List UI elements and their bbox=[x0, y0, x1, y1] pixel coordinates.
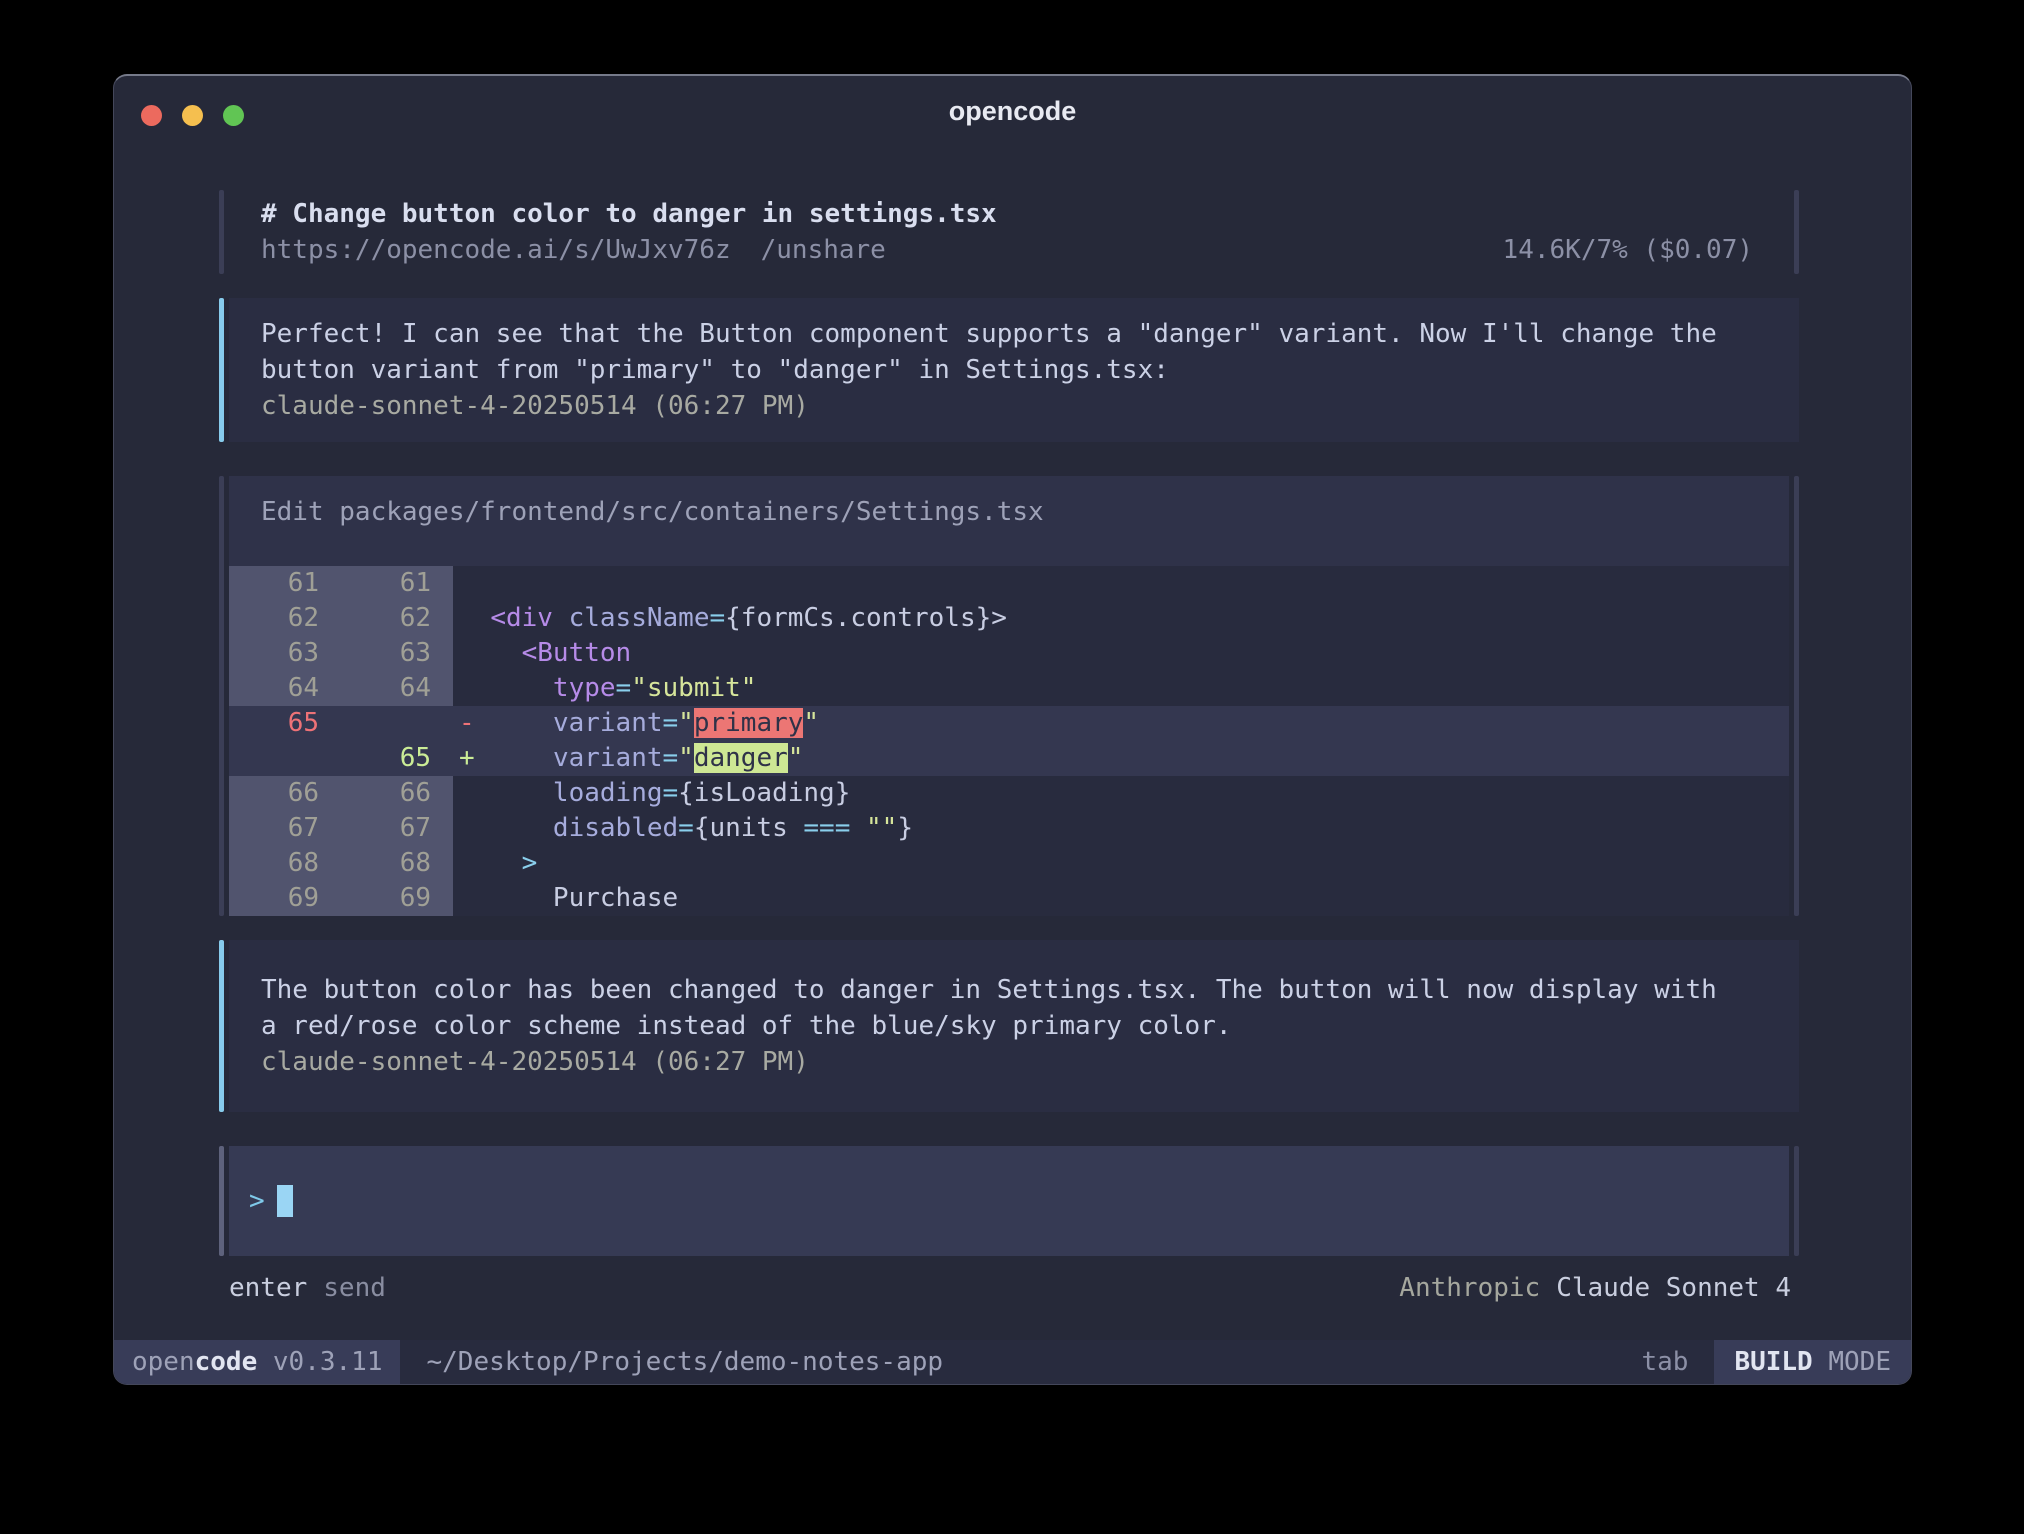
token-usage: 14.6K/7% ($0.07) bbox=[1503, 232, 1753, 268]
diff-line-number-new: 68 bbox=[341, 846, 453, 881]
model-timestamp: claude-sonnet-4-20250514 (06:27 PM) bbox=[261, 388, 1767, 424]
model-timestamp: claude-sonnet-4-20250514 (06:27 PM) bbox=[261, 1044, 1767, 1080]
working-directory: ~/Desktop/Projects/demo-notes-app bbox=[426, 1340, 943, 1384]
diff-row: 65+ variant="danger" bbox=[229, 741, 1789, 776]
hint-row: enter send Anthropic Claude Sonnet 4 bbox=[219, 1270, 1799, 1306]
app-version-chip: opencode v0.3.11 bbox=[114, 1340, 400, 1384]
text-cursor bbox=[277, 1185, 293, 1217]
provider-name: Anthropic bbox=[1399, 1270, 1540, 1306]
model-indicator: Anthropic Claude Sonnet 4 bbox=[1399, 1270, 1791, 1306]
diff-code-line: + variant="danger" bbox=[453, 741, 1789, 776]
diff-code-line: loading={isLoading} bbox=[453, 776, 1789, 811]
prompt-input-block: > bbox=[219, 1146, 1799, 1256]
tool-header: Edit packages/frontend/src/containers/Se… bbox=[229, 476, 1789, 530]
diff-line-number-new: 65 bbox=[341, 741, 453, 776]
diff-line-number-old: 69 bbox=[229, 881, 341, 916]
message-text-line: The button color has been changed to dan… bbox=[261, 972, 1767, 1008]
session-header-panel: # Change button color to danger in setti… bbox=[229, 190, 1789, 274]
diff-row: 6161 bbox=[229, 566, 1789, 601]
model-name: Claude Sonnet 4 bbox=[1556, 1270, 1791, 1306]
input-right-bar bbox=[1794, 1146, 1799, 1256]
diff-row: 6262 <div className={formCs.controls}> bbox=[229, 601, 1789, 636]
prompt-chevron: > bbox=[249, 1183, 265, 1219]
build-mode-toggle[interactable]: BUILD MODE bbox=[1714, 1340, 1911, 1384]
send-action-hint: send bbox=[323, 1270, 386, 1306]
diff-line-number-old: 62 bbox=[229, 601, 341, 636]
session-meta: https://opencode.ai/s/UwJxv76z /unshare … bbox=[261, 232, 1753, 268]
unshare-command[interactable]: /unshare bbox=[761, 232, 886, 268]
app-name-open: open bbox=[132, 1347, 195, 1377]
diff-code-line: Purchase bbox=[453, 881, 1789, 916]
opencode-window: opencode # Change button color to danger… bbox=[113, 74, 1912, 1385]
diff-row: 6666 loading={isLoading} bbox=[229, 776, 1789, 811]
diff-line-number-old: 61 bbox=[229, 566, 341, 601]
diff-row: 6464 type="submit" bbox=[229, 671, 1789, 706]
diff-line-number-new: 63 bbox=[341, 636, 453, 671]
diff-line-number-new: 67 bbox=[341, 811, 453, 846]
diff-code-line: - variant="primary" bbox=[453, 706, 1789, 741]
message-body: Perfect! I can see that the Button compo… bbox=[229, 298, 1799, 442]
share-url-link[interactable]: https://opencode.ai/s/UwJxv76z bbox=[261, 232, 731, 268]
session-title: # Change button color to danger in setti… bbox=[261, 196, 1753, 232]
diff-row: 6767 disabled={units === ""} bbox=[229, 811, 1789, 846]
session-header: # Change button color to danger in setti… bbox=[219, 190, 1799, 274]
assistant-message: Perfect! I can see that the Button compo… bbox=[219, 298, 1799, 442]
diff-line-number-old: 67 bbox=[229, 811, 341, 846]
diff-code-line: <div className={formCs.controls}> bbox=[453, 601, 1789, 636]
diff-row: 6868 > bbox=[229, 846, 1789, 881]
diff-row: 6363 <Button bbox=[229, 636, 1789, 671]
tool-panel: Edit packages/frontend/src/containers/Se… bbox=[229, 476, 1789, 916]
message-text-line: a red/rose color scheme instead of the b… bbox=[261, 1008, 1767, 1044]
assistant-message: The button color has been changed to dan… bbox=[219, 940, 1799, 1112]
status-bar: opencode v0.3.11 ~/Desktop/Projects/demo… bbox=[114, 1340, 1911, 1384]
message-text-line: button variant from "primary" to "danger… bbox=[261, 352, 1767, 388]
tab-key-hint: tab bbox=[1641, 1340, 1688, 1384]
diff-table: 61616262 <div className={formCs.controls… bbox=[229, 566, 1789, 916]
diff-line-number-old: 66 bbox=[229, 776, 341, 811]
diff-line-number-old: 68 bbox=[229, 846, 341, 881]
diff-line-number-old: 64 bbox=[229, 671, 341, 706]
app-version: v0.3.11 bbox=[257, 1347, 382, 1377]
titlebar: opencode bbox=[114, 76, 1911, 146]
diff-line-number-new bbox=[341, 706, 453, 741]
diff-line-number-new: 66 bbox=[341, 776, 453, 811]
message-text-line: Perfect! I can see that the Button compo… bbox=[261, 316, 1767, 352]
diff-row: 65 - variant="primary" bbox=[229, 706, 1789, 741]
diff-code-line: type="submit" bbox=[453, 671, 1789, 706]
diff-row: 6969 Purchase bbox=[229, 881, 1789, 916]
diff-line-number-old bbox=[229, 741, 341, 776]
prompt-input[interactable]: > bbox=[229, 1146, 1789, 1256]
desktop: opencode # Change button color to danger… bbox=[0, 0, 2024, 1534]
window-title: opencode bbox=[114, 76, 1911, 146]
tool-right-bar bbox=[1794, 476, 1799, 916]
diff-line-number-old: 63 bbox=[229, 636, 341, 671]
diff-line-number-new: 64 bbox=[341, 671, 453, 706]
diff-code-line: disabled={units === ""} bbox=[453, 811, 1789, 846]
session-content: # Change button color to danger in setti… bbox=[114, 146, 1911, 1340]
diff-line-number-new: 62 bbox=[341, 601, 453, 636]
message-body: The button color has been changed to dan… bbox=[229, 940, 1799, 1112]
diff-code-line: <Button bbox=[453, 636, 1789, 671]
mode-name: BUILD bbox=[1734, 1347, 1812, 1377]
edit-tool-block: Edit packages/frontend/src/containers/Se… bbox=[219, 476, 1799, 916]
mode-suffix: MODE bbox=[1813, 1347, 1891, 1377]
diff-line-number-new: 69 bbox=[341, 881, 453, 916]
app-name-code: code bbox=[195, 1347, 258, 1377]
diff-code-line: > bbox=[453, 846, 1789, 881]
enter-key-hint: enter bbox=[229, 1270, 307, 1306]
diff-line-number-old: 65 bbox=[229, 706, 341, 741]
diff-code-line bbox=[453, 566, 1789, 601]
header-right-bar bbox=[1794, 190, 1799, 274]
diff-line-number-new: 61 bbox=[341, 566, 453, 601]
